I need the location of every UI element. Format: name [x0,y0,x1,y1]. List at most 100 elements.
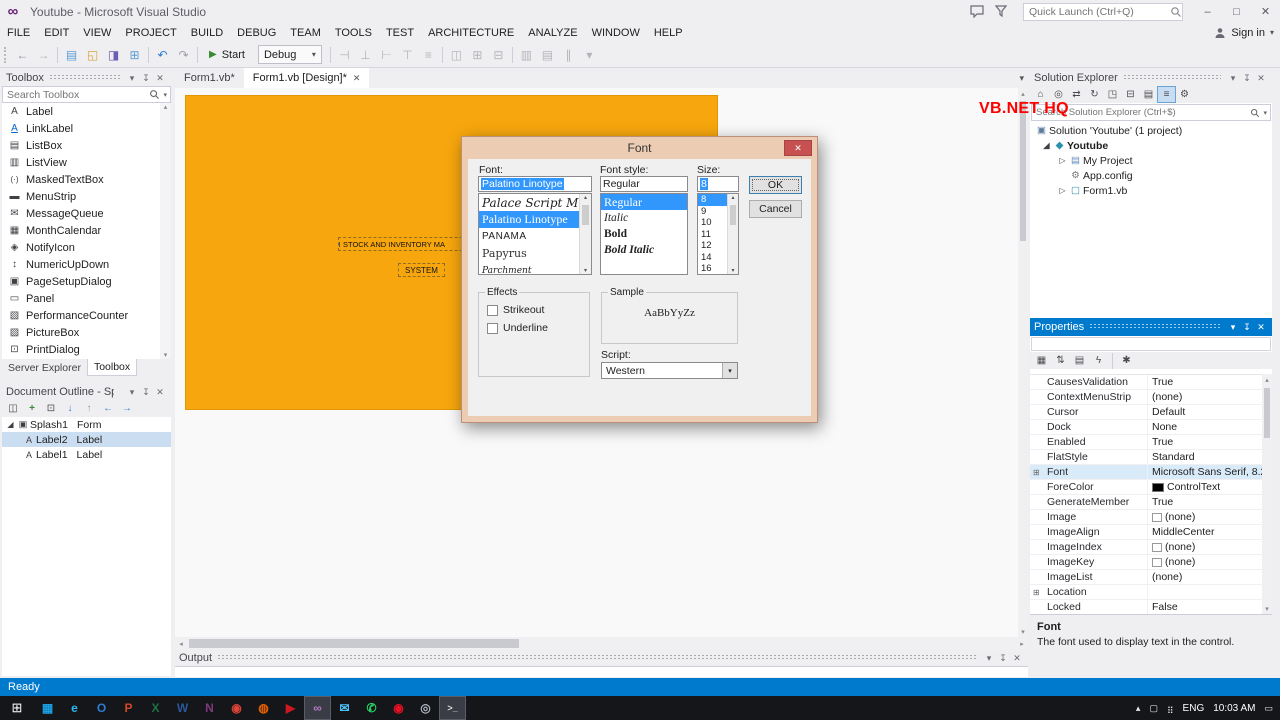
properties-view-icon[interactable]: ▤ [1071,353,1088,368]
toolbox-item-linklabel[interactable]: A LinkLabel [2,120,171,137]
property-value[interactable]: (none) [1148,390,1272,404]
align-left-icon[interactable]: ⊣ [334,45,355,65]
property-value[interactable]: None [1148,420,1272,434]
preview-selected-icon[interactable]: ≡ [1157,86,1176,103]
settings-icon[interactable]: ⚙ [1176,87,1193,102]
tray-expand-icon[interactable]: ▴ [1136,703,1141,714]
close-tab-icon[interactable]: ✕ [353,73,361,84]
scroll-up-icon[interactable]: ▴ [1262,374,1272,385]
toolbox-header[interactable]: Toolbox ▾ ↧ ✕ [2,70,171,86]
menu-edit[interactable]: EDIT [37,23,76,42]
pin-icon[interactable]: ↧ [139,73,153,84]
collapse-all-icon[interactable]: ⊟ [1122,87,1139,102]
outline-node-splash1[interactable]: ◢ ▣ Splash1 Form [2,417,171,432]
pin-icon[interactable]: ↧ [1240,322,1254,333]
style-option-selected[interactable]: Regular [601,194,687,210]
solution-configuration-dropdown[interactable]: Debug ▾ [257,45,322,64]
property-row[interactable]: Cursor Default [1030,405,1272,420]
close-icon[interactable]: ✕ [153,387,167,398]
font-option-selected[interactable]: Palatino Linotype [479,211,591,228]
toolbox-item-menustrip[interactable]: ▬ MenuStrip [2,188,171,205]
cancel-button[interactable]: Cancel [749,200,802,218]
pin-icon[interactable]: ↧ [1240,73,1254,84]
strikeout-checkbox[interactable] [487,304,498,316]
scroll-thumb[interactable] [189,639,519,648]
scroll-thumb[interactable] [730,205,736,225]
start-debugging-button[interactable]: ▶ Start [201,45,253,65]
property-value[interactable]: (none) [1148,540,1272,554]
taskbar-firefox[interactable]: ◍ [250,696,277,720]
chevron-down-icon[interactable]: ▾ [1260,109,1270,117]
window-position-icon[interactable]: ▾ [125,73,139,84]
toolbox-search-box[interactable]: ▾ [2,86,171,103]
size-list-scrollbar[interactable]: ▴ ▾ [727,194,738,274]
same-size-icon[interactable]: ⊞ [467,45,488,65]
design-label-system[interactable]: SYSTEM [398,263,445,277]
align-middle-icon[interactable]: ≡ [418,45,439,65]
tab-toolbox[interactable]: Toolbox [86,359,138,376]
align-center-icon[interactable]: ⊥ [355,45,376,65]
align-right-icon[interactable]: ⊢ [376,45,397,65]
navigate-back-icon[interactable]: ← [99,401,117,417]
navigate-forward-icon[interactable]: → [118,401,136,417]
taskbar-youtube[interactable]: ▶ [277,696,304,720]
property-row[interactable]: CausesValidation True [1030,375,1272,390]
property-value[interactable] [1148,585,1272,599]
alphabetical-icon[interactable]: ⇅ [1052,353,1069,368]
property-row[interactable]: ImageIndex (none) [1030,540,1272,555]
panel-drag-handle[interactable] [217,655,977,661]
scroll-down-icon[interactable]: ▾ [164,351,168,359]
expander-collapsed-icon[interactable]: ▷ [1057,186,1068,195]
font-option[interactable]: PANAMA [479,228,591,245]
property-value[interactable]: (none) [1148,555,1272,569]
toolbox-item-monthcalendar[interactable]: ▦ MonthCalendar [2,222,171,239]
panel-drag-handle[interactable] [1122,75,1221,81]
style-option[interactable]: Bold [601,226,687,242]
nav-forward-icon[interactable]: → [33,45,54,65]
undo-icon[interactable]: ↶ [152,45,173,65]
move-up-icon[interactable]: ↑ [80,401,98,417]
property-row[interactable]: ImageAlign MiddleCenter [1030,525,1272,540]
tree-node-form1[interactable]: ▷ ▢ Form1.vb [1030,183,1272,198]
font-list-scrollbar[interactable]: ▴ ▾ [579,194,591,274]
redo-icon[interactable]: ↷ [173,45,194,65]
same-width-icon[interactable]: ◫ [446,45,467,65]
panel-drag-handle[interactable] [48,75,120,81]
scroll-thumb[interactable] [582,205,589,225]
strikeout-row[interactable]: Strikeout [487,304,589,316]
taskbar-powerpoint[interactable]: P [115,696,142,720]
clock[interactable]: 10:03 AM [1213,703,1255,714]
editor-vertical-scrollbar[interactable]: ▴ ▾ [1018,88,1028,637]
font-option[interactable]: Papyrus [479,245,591,262]
output-header[interactable]: Output ▾ ↧ ✕ [175,650,1028,666]
events-icon[interactable]: ϟ [1090,353,1107,368]
toolbox-item-listbox[interactable]: ▤ ListBox [2,137,171,154]
property-row[interactable]: Image (none) [1030,510,1272,525]
taskbar-app-store[interactable]: ▦ [34,696,61,720]
menu-build[interactable]: BUILD [184,23,230,42]
scroll-up-icon[interactable]: ▴ [584,194,587,201]
window-position-icon[interactable]: ▾ [1226,73,1240,84]
toolbox-scrollbar[interactable]: ▴ ▾ [160,103,171,359]
toolbox-item-picturebox[interactable]: ▨ PictureBox [2,324,171,341]
tab-server-explorer[interactable]: Server Explorer [2,359,87,376]
taskbar-steam[interactable]: ◎ [412,696,439,720]
show-windows-icon[interactable]: ◫ [4,401,22,417]
toolbox-item-panel[interactable]: ▭ Panel [2,290,171,307]
sync-icon[interactable]: ⇄ [1068,87,1085,102]
dialog-close-button[interactable]: ✕ [784,140,812,156]
maximize-button[interactable]: □ [1222,0,1251,23]
solution-explorer-header[interactable]: Solution Explorer ▾ ↧ ✕ [1030,70,1272,86]
menu-file[interactable]: FILE [0,23,37,42]
toolbox-item-label[interactable]: A Label [2,103,171,120]
tab-form1-code[interactable]: Form1.vb* [175,68,244,88]
copy-icon[interactable]: ⊡ [42,401,60,417]
window-position-icon[interactable]: ▾ [125,387,139,398]
chevron-down-icon[interactable]: ▾ [160,91,170,99]
scroll-down-icon[interactable]: ▾ [584,267,587,274]
action-center-icon[interactable]: ▭ [1264,703,1273,714]
font-name-input[interactable]: Palatino Linotype [478,176,592,192]
chevron-down-icon[interactable]: ▾ [1270,28,1274,37]
document-outline-header[interactable]: Document Outline - Splash1 ▾ ↧ ✕ [2,384,171,400]
property-row[interactable]: Locked False [1030,600,1272,614]
